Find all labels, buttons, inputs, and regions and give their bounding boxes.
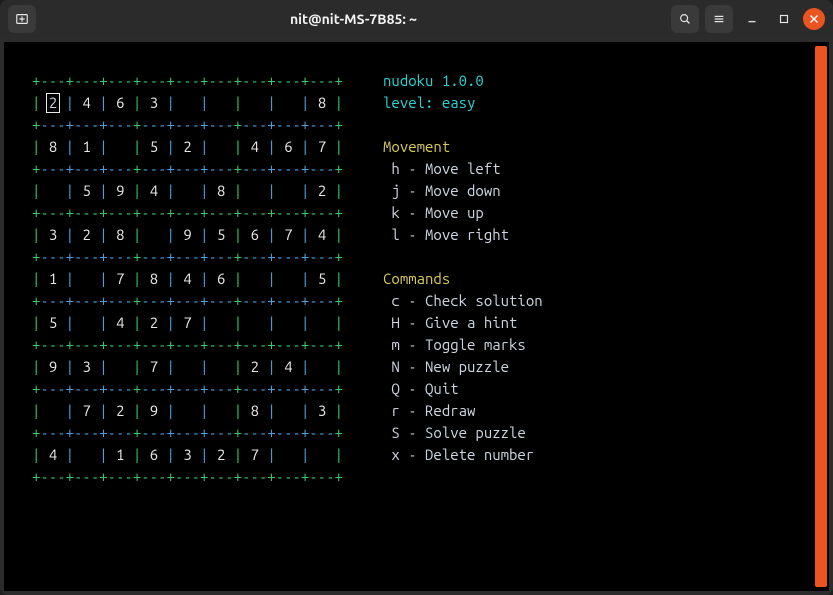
level-label: level: easy (383, 94, 475, 111)
menu-button[interactable] (705, 5, 733, 33)
terminal-window: nit@nit-MS-7B85: ~ +---+---+---+---+---+… (0, 0, 833, 595)
new-tab-icon (15, 12, 29, 26)
search-button[interactable] (671, 5, 699, 33)
hamburger-icon (712, 12, 726, 26)
titlebar: nit@nit-MS-7B85: ~ (0, 0, 833, 38)
maximize-button[interactable] (771, 6, 797, 32)
movement-heading: Movement (383, 138, 450, 155)
minimize-button[interactable] (739, 6, 765, 32)
commands-heading: Commands (383, 270, 450, 287)
close-button[interactable] (803, 8, 825, 30)
close-icon (807, 12, 821, 26)
new-tab-button[interactable] (8, 5, 36, 33)
scrollbar[interactable] (815, 46, 827, 587)
content-frame: +---+---+---+---+---+---+---+---+---+ | … (0, 38, 833, 595)
sudoku-board: +---+---+---+---+---+---+---+---+---+ | … (32, 70, 343, 581)
search-icon (678, 12, 692, 26)
window-title: nit@nit-MS-7B85: ~ (36, 11, 671, 27)
app-name-version: nudoku 1.0.0 (383, 72, 484, 89)
help-panel: nudoku 1.0.0 level: easy Movement h - Mo… (383, 70, 543, 581)
maximize-icon (777, 12, 791, 26)
minimize-icon (745, 12, 759, 26)
terminal-viewport[interactable]: +---+---+---+---+---+---+---+---+---+ | … (4, 42, 829, 591)
